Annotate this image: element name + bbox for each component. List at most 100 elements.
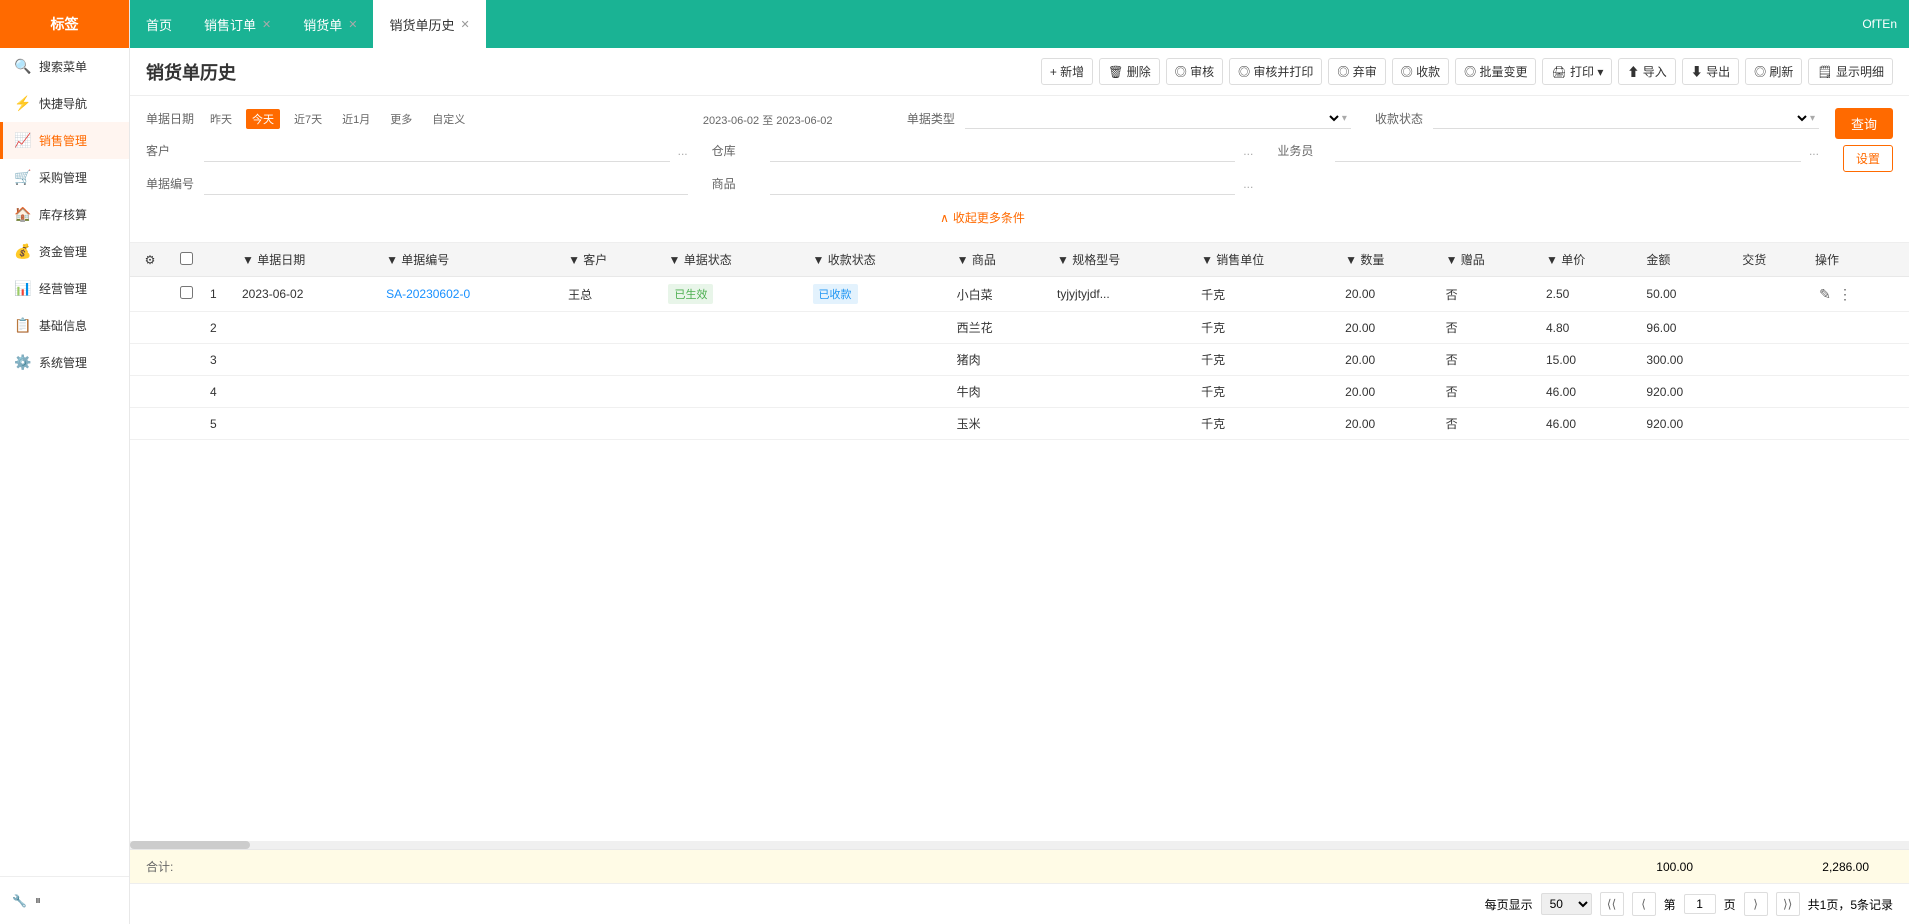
row-checkbox-0[interactable] bbox=[180, 286, 193, 299]
delete-button[interactable]: 🗑 删除 bbox=[1099, 58, 1160, 85]
sidebar-label-inventory: 库存核算 bbox=[39, 206, 87, 223]
payment-status-select[interactable] bbox=[1437, 110, 1810, 126]
sidebar-item-sys-mgmt[interactable]: ⚙️ 系统管理 bbox=[0, 344, 129, 381]
date-btn-1month[interactable]: 近1月 bbox=[336, 109, 376, 129]
th-doc-date[interactable]: ▼ 单据日期 bbox=[234, 243, 378, 277]
sidebar-item-sales-mgmt[interactable]: 📈 销售管理 bbox=[0, 122, 129, 159]
th-customer[interactable]: ▼ 客户 bbox=[560, 243, 660, 277]
payment-status-dropdown-icon: ▾ bbox=[1810, 113, 1815, 124]
salesperson-dots[interactable]: ... bbox=[1809, 144, 1819, 158]
tab-home-label: 首页 bbox=[146, 15, 172, 34]
cell-docno-1 bbox=[378, 312, 560, 344]
th-gift[interactable]: ▼ 赠品 bbox=[1438, 243, 1538, 277]
tab-home[interactable]: 首页 bbox=[130, 0, 188, 48]
query-button[interactable]: 查询 bbox=[1835, 108, 1893, 139]
print-button[interactable]: 🖨 打印 ▾ bbox=[1542, 58, 1612, 85]
th-action: 操作 bbox=[1807, 243, 1909, 277]
date-btn-7days[interactable]: 近7天 bbox=[288, 109, 328, 129]
cell-action-1 bbox=[1807, 312, 1909, 344]
show-detail-button[interactable]: 🗒 显示明细 bbox=[1808, 58, 1893, 85]
th-goods[interactable]: ▼ 商品 bbox=[949, 243, 1049, 277]
sidebar-item-search-menu[interactable]: 🔍 搜索菜单 bbox=[0, 48, 129, 85]
abandon-button[interactable]: ◎ 弃审 bbox=[1328, 58, 1385, 85]
edit-icon-0[interactable]: ✎ bbox=[1815, 284, 1835, 304]
collapse-btn[interactable]: ∧ 收起更多条件 bbox=[146, 205, 1819, 230]
sidebar-item-finance[interactable]: 💰 资金管理 bbox=[0, 233, 129, 270]
cell-goods-4: 玉米 bbox=[949, 408, 1049, 440]
receive-button[interactable]: ◎ 收款 bbox=[1392, 58, 1449, 85]
tab-sales-order[interactable]: 销售订单 ✕ bbox=[188, 0, 287, 48]
content-area: 销货单历史 + 新增 🗑 删除 ◎ 审核 ◎ 审核并打印 ◎ 弃审 ◎ 收款 ◎… bbox=[130, 48, 1909, 924]
sidebar-item-purchase-mgmt[interactable]: 🛒 采购管理 bbox=[0, 159, 129, 196]
th-price[interactable]: ▼ 单价 bbox=[1538, 243, 1638, 277]
cell-gear-2 bbox=[130, 344, 170, 376]
th-amount-label: 金额 bbox=[1646, 253, 1670, 267]
cell-gift-4: 否 bbox=[1438, 408, 1538, 440]
audit-button[interactable]: ◎ 审核 bbox=[1166, 58, 1223, 85]
audit-print-button[interactable]: ◎ 审核并打印 bbox=[1229, 58, 1322, 85]
new-button[interactable]: + 新增 bbox=[1041, 58, 1093, 85]
sidebar-bottom-settings[interactable]: 🔧 ⏸ bbox=[0, 885, 129, 916]
warehouse-input[interactable] bbox=[770, 139, 1236, 162]
sidebar-item-quick-nav[interactable]: ⚡ 快捷导航 bbox=[0, 85, 129, 122]
customer-dots[interactable]: ... bbox=[678, 144, 688, 158]
scrollbar-area[interactable] bbox=[130, 841, 1909, 849]
sidebar-item-operations[interactable]: 📊 经营管理 bbox=[0, 270, 129, 307]
customer-input[interactable] bbox=[204, 139, 670, 162]
cell-paymentstatus-0: 已收款 bbox=[805, 277, 949, 312]
cell-paymentstatus-2 bbox=[805, 344, 949, 376]
date-btn-custom[interactable]: 自定义 bbox=[426, 109, 471, 129]
cell-gift-3: 否 bbox=[1438, 376, 1538, 408]
page-input[interactable] bbox=[1684, 894, 1716, 914]
th-doc-no[interactable]: ▼ 单据编号 bbox=[378, 243, 560, 277]
warehouse-dots[interactable]: ... bbox=[1243, 144, 1253, 158]
filter-payment-status-field: 收款状态 ▾ bbox=[1375, 108, 1819, 129]
sidebar-item-base-info[interactable]: 📋 基础信息 bbox=[0, 307, 129, 344]
date-btn-today[interactable]: 今天 bbox=[246, 109, 280, 129]
goods-input[interactable] bbox=[770, 172, 1236, 195]
goods-dots[interactable]: ... bbox=[1243, 177, 1253, 191]
import-button[interactable]: ⬆ 导入 bbox=[1618, 58, 1675, 85]
tab-sales-delivery-close[interactable]: ✕ bbox=[348, 18, 357, 31]
tab-sales-delivery[interactable]: 销货单 ✕ bbox=[287, 0, 373, 48]
batch-change-button[interactable]: ◎ 批量变更 bbox=[1455, 58, 1536, 85]
tab-sales-history[interactable]: 销货单历史 ✕ bbox=[373, 0, 485, 48]
select-all-checkbox[interactable] bbox=[180, 252, 193, 265]
salesperson-input[interactable] bbox=[1335, 139, 1801, 162]
collapse-label: 收起更多条件 bbox=[953, 209, 1025, 226]
refresh-button[interactable]: ◎ 刷新 bbox=[1745, 58, 1802, 85]
tab-sales-order-close[interactable]: ✕ bbox=[262, 18, 271, 31]
th-payment-status[interactable]: ▼ 收款状态 bbox=[805, 243, 949, 277]
th-doc-status[interactable]: ▼ 单据状态 bbox=[660, 243, 804, 277]
date-btn-yesterday[interactable]: 昨天 bbox=[204, 109, 238, 129]
filter-section: 单据日期 昨天 今天 近7天 近1月 更多 自定义 2023-06-02 至 2… bbox=[146, 108, 1893, 230]
th-unit-label: ▼ 销售单位 bbox=[1201, 253, 1264, 267]
th-qty-label: ▼ 数量 bbox=[1345, 253, 1384, 267]
page-size-select[interactable]: 50 20 100 bbox=[1541, 893, 1592, 915]
tab-sales-history-close[interactable]: ✕ bbox=[461, 18, 470, 31]
doc-type-select[interactable] bbox=[969, 110, 1342, 126]
payment-status-badge-0: 已收款 bbox=[813, 284, 858, 304]
export-button[interactable]: ⬇ 导出 bbox=[1682, 58, 1739, 85]
scrollbar-thumb[interactable] bbox=[130, 841, 250, 849]
cell-docno-0[interactable]: SA-20230602-0 bbox=[378, 277, 560, 312]
page-next-btn[interactable]: ⟩ bbox=[1744, 892, 1768, 916]
th-unit[interactable]: ▼ 销售单位 bbox=[1193, 243, 1337, 277]
footer-label: 合计: bbox=[146, 858, 173, 875]
page-first-btn[interactable]: ⟨⟨ bbox=[1600, 892, 1624, 916]
th-qty[interactable]: ▼ 数量 bbox=[1337, 243, 1437, 277]
th-spec[interactable]: ▼ 规格型号 bbox=[1049, 243, 1193, 277]
docno-input[interactable] bbox=[204, 172, 688, 195]
sidebar-item-inventory[interactable]: 🏠 库存核算 bbox=[0, 196, 129, 233]
filter-salesperson-field: 业务员 ... bbox=[1277, 139, 1819, 162]
doc-status-badge-0: 已生效 bbox=[668, 284, 713, 304]
settings-button[interactable]: 设置 bbox=[1843, 145, 1893, 172]
filter-docno-field: 单据编号 bbox=[146, 172, 688, 195]
page-prev-btn[interactable]: ⟨ bbox=[1632, 892, 1656, 916]
page-last-btn[interactable]: ⟩⟩ bbox=[1776, 892, 1800, 916]
cell-gear-4 bbox=[130, 408, 170, 440]
more-icon-0[interactable]: ⋮ bbox=[1835, 284, 1855, 304]
th-gear[interactable]: ⚙ bbox=[130, 243, 170, 277]
date-btn-more[interactable]: 更多 bbox=[384, 109, 418, 129]
cell-checkbox-3 bbox=[170, 376, 202, 408]
